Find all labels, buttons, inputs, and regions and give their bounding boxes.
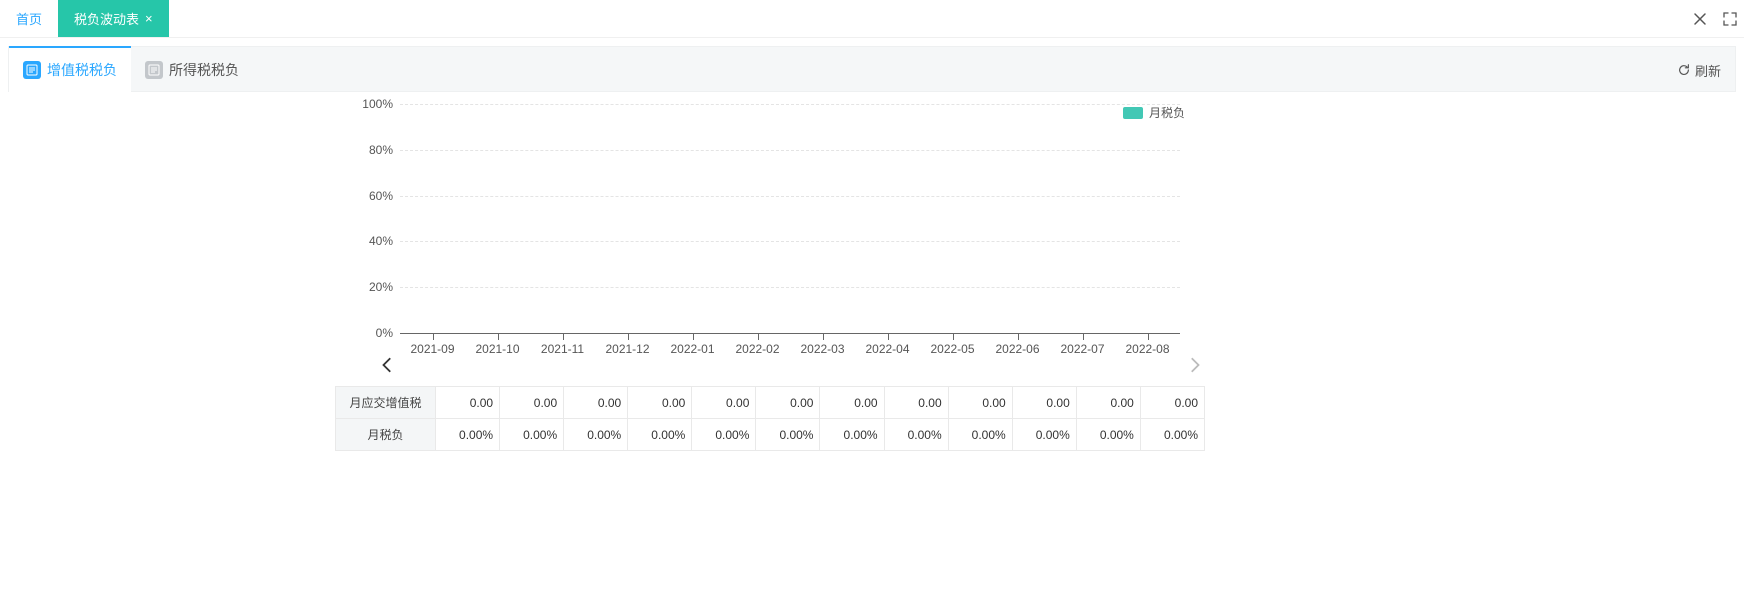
y-tick-label: 100% bbox=[345, 97, 393, 111]
table-cell: 0.00% bbox=[564, 419, 628, 451]
fullscreen-icon[interactable] bbox=[1722, 11, 1738, 27]
table-cell: 0.00 bbox=[820, 387, 884, 419]
table-cell: 0.00% bbox=[948, 419, 1012, 451]
table-cell: 0.00% bbox=[628, 419, 692, 451]
vat-icon bbox=[23, 61, 41, 79]
x-tick-label: 2022-02 bbox=[735, 342, 779, 356]
x-tick-label: 2021-10 bbox=[475, 342, 519, 356]
table-cell: 0.00% bbox=[884, 419, 948, 451]
y-tick-label: 40% bbox=[345, 234, 393, 248]
table-cell: 0.00 bbox=[756, 387, 820, 419]
chart-plot: 100%80%60%40%20%0% bbox=[400, 104, 1180, 334]
refresh-button[interactable]: 刷新 bbox=[1677, 47, 1721, 93]
x-tick-label: 2021-12 bbox=[605, 342, 649, 356]
top-tab-bar: 首页 税负波动表 × bbox=[0, 0, 1744, 38]
table-cell: 0.00 bbox=[884, 387, 948, 419]
table-cell: 0.00 bbox=[1076, 387, 1140, 419]
refresh-label: 刷新 bbox=[1695, 61, 1721, 80]
chart-x-axis: 2021-09 2021-10 2021-11 2021-12 2022-01 2022-… bbox=[400, 334, 1180, 362]
close-all-tabs-icon[interactable] bbox=[1692, 11, 1708, 27]
table-cell: 0.00% bbox=[1140, 419, 1204, 451]
table-cell: 0.00% bbox=[1076, 419, 1140, 451]
chart-zone: 月税负 100%80%60%40%20%0% 2021-092021-10202… bbox=[335, 104, 1205, 451]
y-tick-label: 0% bbox=[345, 326, 393, 340]
x-tick-label: 2021-09 bbox=[410, 342, 454, 356]
table-cell: 0.00 bbox=[436, 387, 500, 419]
x-tick-label: 2022-04 bbox=[865, 342, 909, 356]
tab-income-label: 所得税税负 bbox=[169, 60, 239, 80]
table-cell: 0.00% bbox=[500, 419, 564, 451]
table-cell: 0.00% bbox=[436, 419, 500, 451]
home-tab[interactable]: 首页 bbox=[0, 0, 58, 37]
sub-tab-bar: 增值税税负 所得税税负 刷新 bbox=[8, 46, 1736, 92]
x-tick-label: 2022-06 bbox=[995, 342, 1039, 356]
tab-vat-label: 增值税税负 bbox=[47, 60, 117, 80]
chart-next-button[interactable] bbox=[1185, 356, 1203, 374]
close-tab-icon[interactable]: × bbox=[145, 12, 153, 25]
x-tick-label: 2022-08 bbox=[1125, 342, 1169, 356]
table-cell: 0.00% bbox=[820, 419, 884, 451]
table-cell: 0.00 bbox=[1012, 387, 1076, 419]
row2-header: 月税负 bbox=[336, 419, 436, 451]
table-cell: 0.00 bbox=[628, 387, 692, 419]
x-tick-label: 2022-05 bbox=[930, 342, 974, 356]
y-tick-label: 60% bbox=[345, 189, 393, 203]
table-cell: 0.00 bbox=[564, 387, 628, 419]
table-cell: 0.00 bbox=[500, 387, 564, 419]
table-cell: 0.00% bbox=[1012, 419, 1076, 451]
chart-prev-button[interactable] bbox=[379, 356, 397, 374]
tab-vat[interactable]: 增值税税负 bbox=[9, 46, 131, 92]
y-tick-label: 20% bbox=[345, 280, 393, 294]
active-tab-label: 税负波动表 bbox=[74, 9, 139, 28]
data-table: 月应交增值税 0.000.000.000.000.000.000.000.000… bbox=[335, 386, 1205, 451]
x-tick-label: 2022-03 bbox=[800, 342, 844, 356]
table-row: 月应交增值税 0.000.000.000.000.000.000.000.000… bbox=[336, 387, 1205, 419]
table-cell: 0.00 bbox=[948, 387, 1012, 419]
income-icon bbox=[145, 61, 163, 79]
x-tick-label: 2021-11 bbox=[541, 342, 584, 356]
table-cell: 0.00 bbox=[692, 387, 756, 419]
home-tab-label: 首页 bbox=[16, 9, 42, 28]
refresh-icon bbox=[1677, 63, 1691, 77]
table-cell: 0.00% bbox=[756, 419, 820, 451]
table-cell: 0.00 bbox=[1140, 387, 1204, 419]
y-tick-label: 80% bbox=[345, 143, 393, 157]
table-cell: 0.00% bbox=[692, 419, 756, 451]
active-tab[interactable]: 税负波动表 × bbox=[58, 0, 169, 37]
x-tick-label: 2022-07 bbox=[1060, 342, 1104, 356]
table-row: 月税负 0.00%0.00%0.00%0.00%0.00%0.00%0.00%0… bbox=[336, 419, 1205, 451]
x-tick-label: 2022-01 bbox=[670, 342, 714, 356]
row1-header: 月应交增值税 bbox=[336, 387, 436, 419]
tab-income[interactable]: 所得税税负 bbox=[131, 46, 253, 92]
